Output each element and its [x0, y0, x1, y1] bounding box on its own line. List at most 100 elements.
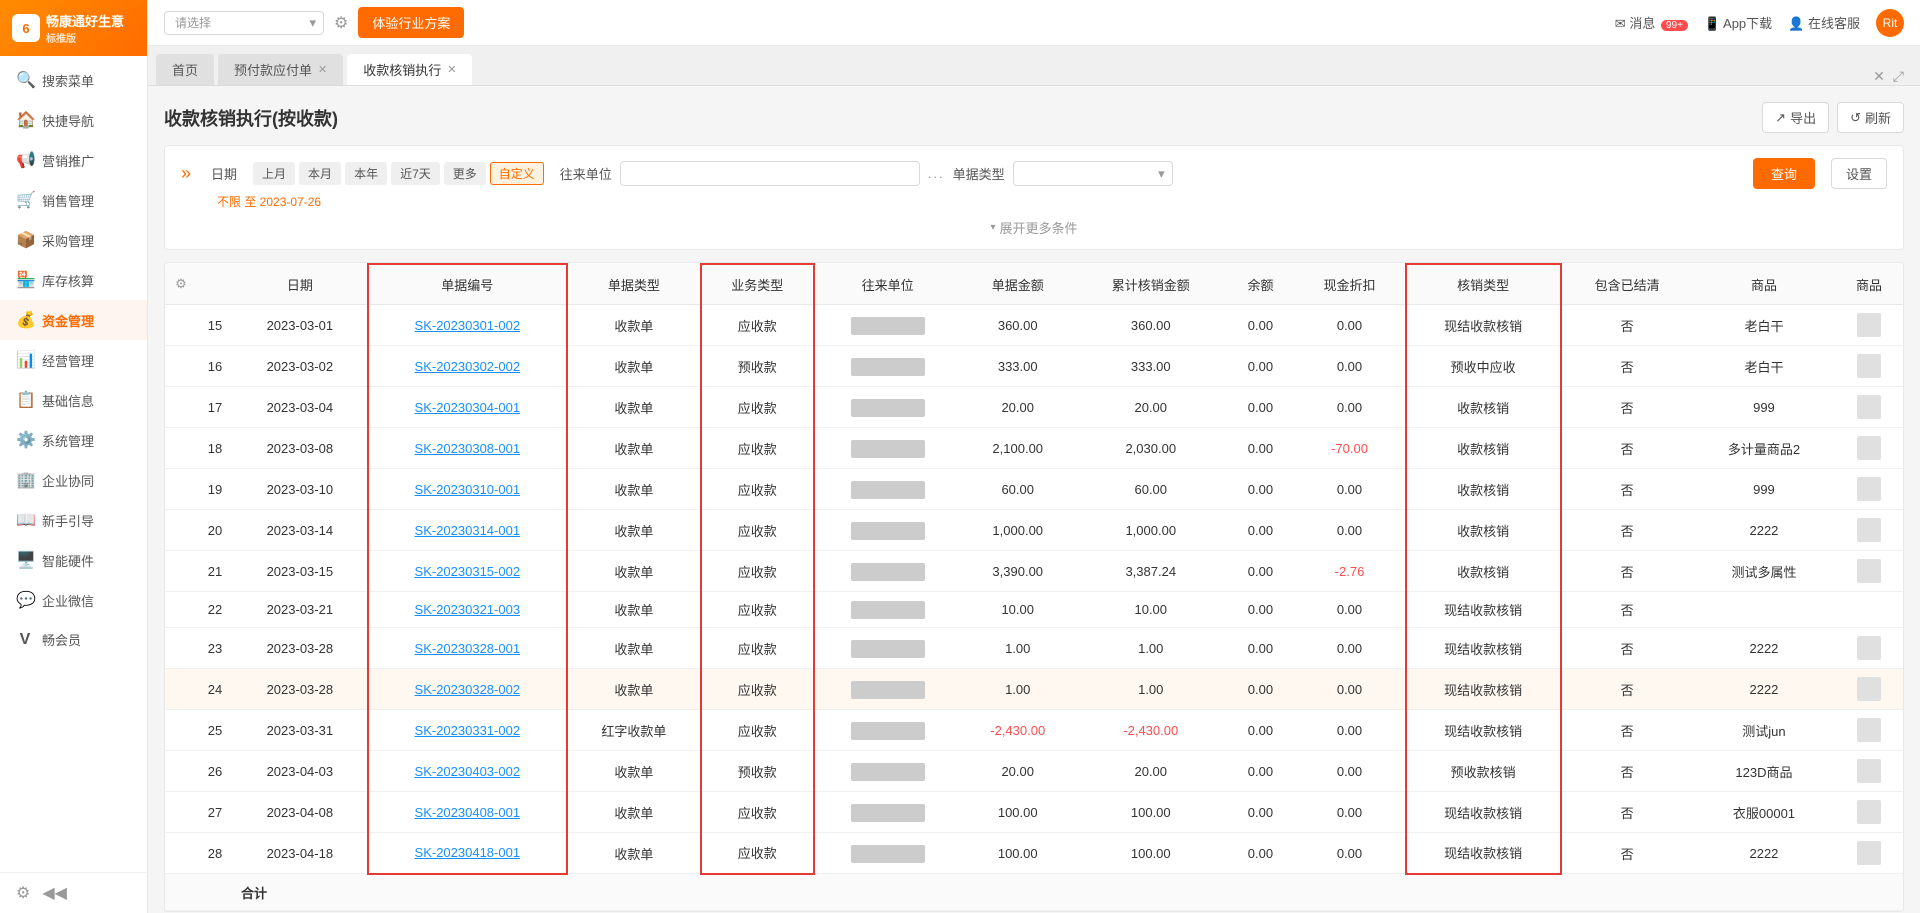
expand-tabs-icon[interactable]: ⤢ [1893, 68, 1904, 85]
table-cell[interactable]: SK-20230310-001 [368, 469, 567, 510]
table-cell[interactable]: SK-20230328-002 [368, 669, 567, 710]
messages-label[interactable]: ✉ 消息 99+ [1615, 13, 1688, 32]
page-title: 收款核销执行(按收款) [164, 105, 338, 131]
tab-home[interactable]: 首页 [156, 54, 214, 85]
table-cell[interactable]: SK-20230418-001 [368, 833, 567, 874]
table-settings-icon[interactable]: ⚙ [175, 276, 187, 291]
collapse-icon[interactable]: ◀◀ [42, 883, 67, 903]
party-input[interactable] [620, 161, 920, 186]
export-button[interactable]: ↗ 导出 [1762, 102, 1829, 133]
sidebar-item-purchase[interactable]: 📦 采购管理 [0, 220, 147, 260]
table-cell: 0.00 [1227, 751, 1295, 792]
th-gear[interactable]: ⚙ [165, 264, 197, 305]
table-cell: 333.00 [961, 346, 1075, 387]
table-cell [165, 833, 197, 874]
date-btn-custom[interactable]: 自定义 [490, 162, 544, 185]
table-cell: 收款单 [567, 428, 701, 469]
th-balance[interactable]: 余额 [1227, 264, 1295, 305]
sidebar-item-member[interactable]: V 畅会员 [0, 620, 147, 659]
table-cell[interactable]: SK-20230314-001 [368, 510, 567, 551]
th-goods[interactable]: 商品 [1693, 264, 1835, 305]
table-cell: 应收款 [701, 469, 814, 510]
tab-prepay-close[interactable]: ✕ [318, 63, 327, 76]
date-btn-this-month[interactable]: 本月 [299, 162, 341, 185]
sidebar-item-search[interactable]: 🔍 搜索菜单 [0, 60, 147, 100]
th-amount[interactable]: 单据金额 [961, 264, 1075, 305]
user-avatar[interactable]: Rit [1876, 9, 1904, 37]
sidebar-item-system[interactable]: ⚙️ 系统管理 [0, 420, 147, 460]
close-all-tabs-icon[interactable]: ✕ [1873, 68, 1885, 85]
filter-settings-button[interactable]: 设置 [1831, 158, 1887, 189]
table-cell: 2023-03-28 [233, 628, 368, 669]
date-btn-last-month[interactable]: 上月 [253, 162, 295, 185]
solution-button[interactable]: 体验行业方案 [358, 7, 464, 38]
sidebar-item-marketing[interactable]: 📢 营销推广 [0, 140, 147, 180]
sidebar-item-stock[interactable]: 🏪 库存核算 [0, 260, 147, 300]
table-cell: 应收款 [701, 510, 814, 551]
voucher-type-select[interactable] [1013, 161, 1173, 186]
topbar-gear-icon[interactable]: ⚙ [334, 13, 348, 33]
online-service-btn[interactable]: 👤 在线客服 [1788, 13, 1860, 32]
table-cell: 2023-03-15 [233, 551, 368, 592]
filter-expand-btn[interactable]: » [181, 163, 191, 184]
tab-collection-close[interactable]: ✕ [447, 63, 456, 76]
sidebar-item-wechat[interactable]: 💬 企业微信 [0, 580, 147, 620]
sidebar-item-guide[interactable]: 📖 新手引导 [0, 500, 147, 540]
app-download-btn[interactable]: 📱 App下载 [1704, 13, 1772, 32]
th-goods2[interactable]: 商品 [1835, 264, 1903, 305]
query-button[interactable]: 查询 [1753, 158, 1815, 189]
table-cell[interactable]: SK-20230301-002 [368, 305, 567, 346]
table-cell: 否 [1561, 387, 1693, 428]
table-cell[interactable]: SK-20230408-001 [368, 792, 567, 833]
table-cell[interactable]: SK-20230403-002 [368, 751, 567, 792]
th-voucher-no[interactable]: 单据编号 [368, 264, 567, 305]
table-cell: 10.00 [1075, 592, 1227, 628]
table-cell[interactable]: SK-20230315-002 [368, 551, 567, 592]
filter-date-label: 日期 [211, 164, 237, 183]
th-voucher-type[interactable]: 单据类型 [567, 264, 701, 305]
date-btn-7days[interactable]: 近7天 [391, 162, 440, 185]
sidebar-item-corp[interactable]: 🏢 企业协同 [0, 460, 147, 500]
refresh-button[interactable]: ↺ 刷新 [1837, 102, 1904, 133]
table-cell[interactable]: SK-20230331-002 [368, 710, 567, 751]
table-cell[interactable]: SK-20230321-003 [368, 592, 567, 628]
table-cell: 应收款 [701, 669, 814, 710]
hardware-icon: 🖥️ [16, 550, 34, 570]
table-cell: 28 [197, 833, 233, 874]
table-cell: 收款核销 [1406, 428, 1561, 469]
sidebar-item-ops[interactable]: 📊 经营管理 [0, 340, 147, 380]
th-biz-type[interactable]: 业务类型 [701, 264, 814, 305]
table-cell: 2222 [1693, 510, 1835, 551]
table-cell[interactable]: SK-20230302-002 [368, 346, 567, 387]
th-offset-type[interactable]: 核销类型 [1406, 264, 1561, 305]
table-footer-row: 合计 [165, 874, 1903, 911]
settings-icon[interactable]: ⚙ [16, 883, 30, 903]
tab-collection[interactable]: 收款核销执行 ✕ [347, 54, 472, 85]
table-cell [165, 469, 197, 510]
table-cell[interactable]: SK-20230328-001 [368, 628, 567, 669]
th-offset-amount[interactable]: 累计核销金额 [1075, 264, 1227, 305]
sidebar-item-hardware[interactable]: 🖥️ 智能硬件 [0, 540, 147, 580]
sidebar-item-finance[interactable]: 💰 资金管理 [0, 300, 147, 340]
table-cell: 60.00 [1075, 469, 1227, 510]
date-btn-this-year[interactable]: 本年 [345, 162, 387, 185]
table-cell-party: ████ [814, 710, 961, 751]
table-cell [165, 551, 197, 592]
table-cell[interactable]: SK-20230304-001 [368, 387, 567, 428]
date-btn-more[interactable]: 更多 [444, 162, 486, 185]
sidebar-item-base[interactable]: 📋 基础信息 [0, 380, 147, 420]
th-include-cleared[interactable]: 包含已结清 [1561, 264, 1693, 305]
table-cell-goods2 [1835, 387, 1903, 428]
table-cell: 老白干 [1693, 305, 1835, 346]
sidebar-item-nav[interactable]: 🏠 快捷导航 [0, 100, 147, 140]
table-cell: 0.00 [1227, 428, 1295, 469]
table-row: 252023-03-31SK-20230331-002红字收款单应收款████-… [165, 710, 1903, 751]
company-select[interactable]: 请选择 [164, 11, 324, 35]
th-party[interactable]: 往来单位 [814, 264, 961, 305]
expand-conditions-button[interactable]: ▾ 展开更多条件 [990, 218, 1077, 237]
sidebar-item-sales[interactable]: 🛒 销售管理 [0, 180, 147, 220]
th-date[interactable]: 日期 [233, 264, 368, 305]
table-cell[interactable]: SK-20230308-001 [368, 428, 567, 469]
tab-prepay[interactable]: 预付款应付单 ✕ [218, 54, 343, 85]
th-cash-discount[interactable]: 现金折扣 [1294, 264, 1405, 305]
